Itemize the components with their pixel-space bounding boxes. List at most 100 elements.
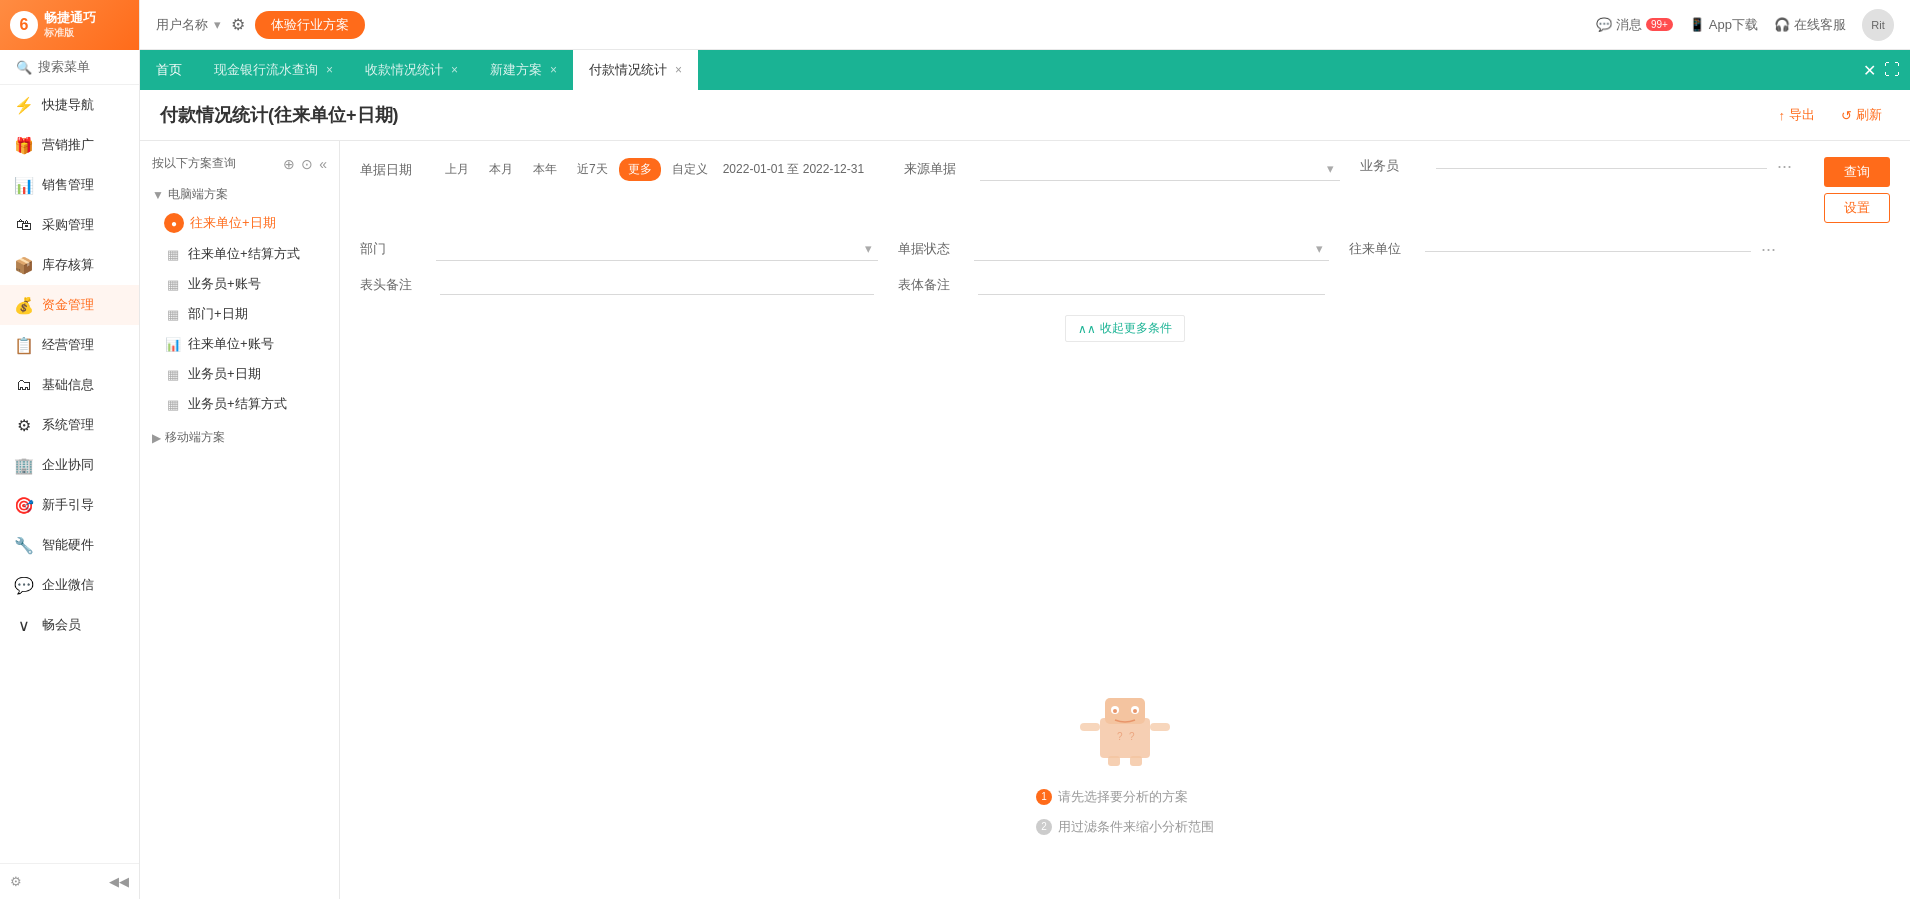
user-avatar[interactable]: Rit bbox=[1862, 9, 1894, 41]
sidebar-item-label: 企业协同 bbox=[42, 456, 94, 474]
filter-area: 单据日期 上月 本月 本年 近7天 更多 自定义 2022-01-01 至 20… bbox=[340, 141, 1910, 628]
sidebar-item-system[interactable]: ⚙ 系统管理 bbox=[0, 405, 139, 445]
sidebar-item-guide[interactable]: 🎯 新手引导 bbox=[0, 485, 139, 525]
grid-icon: ▦ bbox=[164, 305, 182, 323]
svg-rect-9 bbox=[1130, 756, 1142, 766]
refresh-button[interactable]: ↺ 刷新 bbox=[1833, 102, 1890, 128]
source-label: 来源单据 bbox=[904, 160, 974, 178]
sidebar-item-label: 智能硬件 bbox=[42, 536, 94, 554]
status-select[interactable]: ▾ bbox=[974, 237, 1329, 261]
date-btn-custom[interactable]: 自定义 bbox=[663, 157, 717, 182]
date-btn-more[interactable]: 更多 bbox=[619, 158, 661, 181]
sidebar-item-label: 畅会员 bbox=[42, 616, 81, 634]
settings-button[interactable]: 设置 bbox=[1824, 193, 1890, 223]
sidebar-item-marketing[interactable]: 🎁 营销推广 bbox=[0, 125, 139, 165]
topbar: 用户名称 ▾ ⚙ 体验行业方案 💬 消息 99+ 📱 App下载 🎧 在线客服 … bbox=[140, 0, 1910, 50]
search-menu[interactable]: 🔍 搜索菜单 bbox=[0, 50, 139, 85]
date-btn-this-month[interactable]: 本月 bbox=[480, 157, 522, 182]
scheme-item-label: 部门+日期 bbox=[188, 305, 248, 323]
hardware-icon: 🔧 bbox=[14, 535, 34, 555]
message-item[interactable]: 💬 消息 99+ bbox=[1596, 16, 1673, 34]
export-button[interactable]: ↑ 导出 bbox=[1771, 102, 1824, 128]
staff-input[interactable] bbox=[1436, 164, 1767, 169]
sidebar-item-capital[interactable]: 💰 资金管理 bbox=[0, 285, 139, 325]
user-area[interactable]: 用户名称 ▾ bbox=[156, 16, 221, 34]
grid-icon: ▦ bbox=[164, 365, 182, 383]
search-icon: 🔍 bbox=[16, 60, 32, 75]
scheme-item-staff-settle[interactable]: ▦ 业务员+结算方式 bbox=[140, 389, 339, 419]
sidebar-item-quick-nav[interactable]: ⚡ 快捷导航 bbox=[0, 85, 139, 125]
date-btn-last-month[interactable]: 上月 bbox=[436, 157, 478, 182]
scheme-add-icon[interactable]: ⊕ bbox=[283, 156, 295, 172]
svg-text:?: ? bbox=[1129, 731, 1135, 742]
logo-icon: 6 bbox=[10, 11, 38, 39]
tab-close-all-icon[interactable]: ✕ bbox=[1863, 61, 1876, 80]
sidebar-item-operation[interactable]: 📋 经营管理 bbox=[0, 325, 139, 365]
scheme-settings-icon[interactable]: ⊙ bbox=[301, 156, 313, 172]
tab-pay-stats[interactable]: 付款情况统计 × bbox=[573, 50, 698, 90]
empty-text: 1 请先选择要分析的方案 2 用过滤条件来缩小分析范围 bbox=[1036, 784, 1214, 840]
active-dot-icon: ● bbox=[164, 213, 184, 233]
svg-rect-6 bbox=[1080, 723, 1100, 731]
scheme-group-desktop-title[interactable]: ▼ 电脑端方案 bbox=[140, 182, 339, 207]
sidebar-nav: ⚡ 快捷导航 🎁 营销推广 📊 销售管理 🛍 采购管理 📦 库存核算 💰 资金管… bbox=[0, 85, 139, 863]
chart-icon: 📊 bbox=[164, 335, 182, 353]
sidebar-item-member[interactable]: ∨ 畅会员 bbox=[0, 605, 139, 645]
sidebar-item-inventory[interactable]: 📦 库存核算 bbox=[0, 245, 139, 285]
trial-button[interactable]: 体验行业方案 bbox=[255, 11, 365, 39]
sidebar-item-label: 企业微信 bbox=[42, 576, 94, 594]
system-icon: ⚙ bbox=[14, 415, 34, 435]
scheme-item-partner-date[interactable]: ● 往来单位+日期 bbox=[140, 207, 339, 239]
scheme-item-partner-account[interactable]: 📊 往来单位+账号 bbox=[140, 329, 339, 359]
sidebar-item-label: 经营管理 bbox=[42, 336, 94, 354]
user-name: 用户名称 bbox=[156, 16, 208, 34]
tabbar: 首页 现金银行流水查询 × 收款情况统计 × 新建方案 × 付款情况统计 × ✕… bbox=[140, 50, 1910, 90]
tab-receive-stats-close[interactable]: × bbox=[451, 63, 458, 77]
query-button[interactable]: 查询 bbox=[1824, 157, 1890, 187]
tab-new-scheme-close[interactable]: × bbox=[550, 63, 557, 77]
sales-icon: 📊 bbox=[14, 175, 34, 195]
scheme-item-staff-date[interactable]: ▦ 业务员+日期 bbox=[140, 359, 339, 389]
scheme-collapse-icon[interactable]: « bbox=[319, 156, 327, 172]
body-note-divider bbox=[978, 275, 1325, 295]
sidebar-item-wechat[interactable]: 💬 企业微信 bbox=[0, 565, 139, 605]
scheme-item-partner-settle[interactable]: ▦ 往来单位+结算方式 bbox=[140, 239, 339, 269]
tab-fullscreen-icon[interactable]: ⛶ bbox=[1884, 61, 1900, 79]
sidebar-item-enterprise[interactable]: 🏢 企业协同 bbox=[0, 445, 139, 485]
date-btn-7days[interactable]: 近7天 bbox=[568, 157, 617, 182]
grid-icon: ▦ bbox=[164, 245, 182, 263]
sidebar-item-purchase[interactable]: 🛍 采购管理 bbox=[0, 205, 139, 245]
partner-input[interactable] bbox=[1425, 247, 1751, 252]
scheme-item-label: 业务员+结算方式 bbox=[188, 395, 287, 413]
guide-icon: 🎯 bbox=[14, 495, 34, 515]
sidebar-item-sales[interactable]: 📊 销售管理 bbox=[0, 165, 139, 205]
tab-pay-stats-close[interactable]: × bbox=[675, 63, 682, 77]
settings-icon[interactable]: ⚙ bbox=[231, 15, 245, 34]
dept-select[interactable]: ▾ bbox=[436, 237, 878, 261]
source-select[interactable]: ▾ bbox=[980, 157, 1340, 181]
app-download-item[interactable]: 📱 App下载 bbox=[1689, 16, 1758, 34]
partner-dots[interactable]: ··· bbox=[1757, 240, 1780, 258]
scheme-group-desktop: ▼ 电脑端方案 ● 往来单位+日期 ▦ 往来单位+结算方式 ▦ 业务员+账号 bbox=[140, 178, 339, 423]
sidebar-item-hardware[interactable]: 🔧 智能硬件 bbox=[0, 525, 139, 565]
collapse-more-button[interactable]: ∧∧ 收起更多条件 bbox=[1065, 315, 1185, 342]
sidebar-collapse-icon[interactable]: ◀◀ bbox=[109, 874, 129, 889]
app-version: 标准版 bbox=[44, 26, 96, 40]
purchase-icon: 🛍 bbox=[14, 215, 34, 235]
online-service-item[interactable]: 🎧 在线客服 bbox=[1774, 16, 1846, 34]
tab-bank-flow-close[interactable]: × bbox=[326, 63, 333, 77]
tab-new-scheme[interactable]: 新建方案 × bbox=[474, 50, 573, 90]
scheme-group-mobile-title[interactable]: ▶ 移动端方案 bbox=[140, 423, 339, 452]
scheme-item-dept-date[interactable]: ▦ 部门+日期 bbox=[140, 299, 339, 329]
date-btn-this-year[interactable]: 本年 bbox=[524, 157, 566, 182]
staff-dots[interactable]: ··· bbox=[1773, 157, 1796, 175]
empty-illustration: ? ? bbox=[1075, 688, 1175, 768]
scheme-item-staff-account[interactable]: ▦ 业务员+账号 bbox=[140, 269, 339, 299]
tab-home[interactable]: 首页 bbox=[140, 50, 198, 90]
sidebar-item-basics[interactable]: 🗂 基础信息 bbox=[0, 365, 139, 405]
arrow-right-icon: ▶ bbox=[152, 431, 161, 445]
tab-bank-flow[interactable]: 现金银行流水查询 × bbox=[198, 50, 349, 90]
tab-receive-stats[interactable]: 收款情况统计 × bbox=[349, 50, 474, 90]
sidebar-settings-icon[interactable]: ⚙ bbox=[10, 874, 22, 889]
search-label: 搜索菜单 bbox=[38, 58, 90, 76]
